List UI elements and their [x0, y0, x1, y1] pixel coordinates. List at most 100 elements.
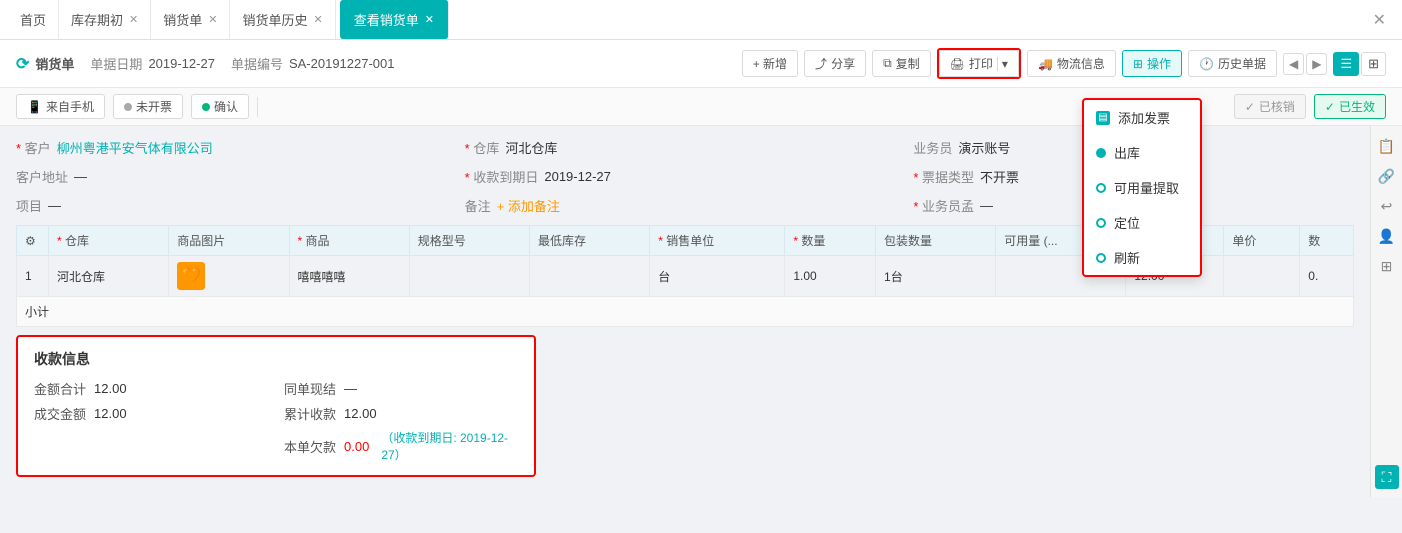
operator-value: 演示账号	[958, 138, 1010, 157]
side-icon-user[interactable]: 👤	[1375, 224, 1399, 248]
add-note-button[interactable]: + 添加备注	[497, 196, 560, 215]
print-dropdown-arrow[interactable]: ▾	[997, 57, 1008, 71]
dropdown-locate[interactable]: 定位	[1084, 205, 1200, 240]
sales-order-icon: ⟳	[16, 54, 29, 74]
cancelled-check-icon: ✓	[1245, 100, 1255, 114]
operations-icon: ⊞	[1133, 57, 1143, 71]
logistics-button[interactable]: 🚚 物流信息	[1027, 50, 1116, 77]
subtotal-row: 小计	[17, 297, 1354, 327]
row-amount: 0.	[1300, 256, 1354, 297]
doc-header: ⟳ 销货单 单据日期 2019-12-27 单据编号 SA-20191227-0…	[0, 40, 1402, 88]
due-date-label: 收款到期日	[465, 167, 539, 186]
project-field: 项目 —	[16, 196, 457, 215]
th-product-image: 商品图片	[169, 226, 289, 256]
dropdown-refresh[interactable]: 刷新	[1084, 240, 1200, 275]
list-view-button[interactable]: ☰	[1333, 52, 1359, 76]
dropdown-add-invoice[interactable]: ▤ 添加发票	[1084, 100, 1200, 135]
operator-label: 业务员	[913, 138, 952, 157]
not-open-dot	[124, 103, 132, 111]
prev-button[interactable]: ◀	[1283, 53, 1304, 75]
nav-arrows: ◀ ▶	[1283, 53, 1327, 75]
print-icon: 🖨	[950, 57, 965, 71]
not-open-button[interactable]: 未开票	[113, 94, 183, 119]
payment-info-box: 收款信息 金额合计 12.00 同单现结 — 成交金额 12.00	[16, 335, 536, 477]
side-icon-return[interactable]: ↩	[1375, 194, 1399, 218]
grid-view-button[interactable]: ⊞	[1361, 52, 1386, 76]
row-product: 嘻嘻嘻嘻	[289, 256, 409, 297]
dropdown-available-qty[interactable]: 可用量提取	[1084, 170, 1200, 205]
tab-inventory-init-close[interactable]: ✕	[129, 13, 138, 26]
side-icon-copy[interactable]: 📋	[1375, 134, 1399, 158]
new-button[interactable]: + 新增	[742, 50, 798, 77]
tab-sales-history[interactable]: 销货单历史 ✕	[230, 0, 335, 39]
payment-info-title: 收款信息	[34, 349, 518, 369]
sales-rep-value: —	[980, 198, 993, 213]
warehouse-field: 仓库 河北仓库	[465, 138, 906, 157]
share-button[interactable]: ⤴ 分享	[804, 50, 866, 77]
row-unit-price	[1224, 256, 1300, 297]
doc-number: 单据编号 SA-20191227-001	[231, 54, 395, 73]
side-icon-link[interactable]: 🔗	[1375, 164, 1399, 188]
doc-actions: + 新增 ⤴ 分享 ⧉ 复制 🖨 打印 ▾ 🚚 物流信息 ⊞	[742, 48, 1386, 79]
ticket-type-label: 票据类型	[913, 167, 974, 186]
tab-view-sales-close[interactable]: ✕	[425, 13, 434, 26]
tab-sales-order-close[interactable]: ✕	[208, 13, 217, 26]
doc-title: ⟳ 销货单	[16, 54, 74, 74]
share-icon: ⤴	[815, 55, 827, 72]
row-min-stock	[530, 256, 650, 297]
th-amount: 数	[1300, 226, 1354, 256]
locate-icon	[1096, 218, 1106, 228]
same-order-value: —	[344, 381, 357, 396]
transaction-amount-row: 成交金额 12.00	[34, 404, 268, 423]
outbound-icon	[1096, 148, 1106, 158]
row-warehouse: 河北仓库	[49, 256, 169, 297]
th-product: 商品	[289, 226, 409, 256]
doc-number-value: SA-20191227-001	[289, 56, 395, 71]
amount-total-label: 金额合计	[34, 379, 86, 398]
project-value: —	[48, 198, 61, 213]
window-close-button[interactable]: ✕	[1365, 10, 1394, 30]
tab-view-sales[interactable]: 查看销货单 ✕	[340, 0, 449, 39]
th-unit-price: 单价	[1224, 226, 1300, 256]
row-sales-unit: 台	[650, 256, 785, 297]
current-due-label: 本单欠款	[284, 437, 336, 456]
phone-icon: 📱	[27, 100, 42, 114]
effective-badge: ✓ 已生效	[1314, 94, 1386, 119]
note-field: 备注 + 添加备注	[465, 196, 906, 215]
customer-value[interactable]: 柳州粤港平安气体有限公司	[57, 138, 213, 157]
amount-total-value: 12.00	[94, 381, 127, 396]
side-icon-grid[interactable]: ⊞	[1375, 254, 1399, 278]
row-product-image: 🧡	[169, 256, 289, 297]
copy-button[interactable]: ⧉ 复制	[872, 50, 931, 77]
tab-sales-history-close[interactable]: ✕	[314, 13, 323, 26]
available-qty-icon	[1096, 183, 1106, 193]
doc-type-label: 销货单	[35, 54, 74, 73]
confirm-button[interactable]: 确认	[191, 94, 249, 119]
row-spec	[409, 256, 529, 297]
current-due-value: 0.00	[344, 439, 369, 454]
side-icon-expand[interactable]: ⛶	[1375, 465, 1399, 489]
due-date-value: 2019-12-27	[544, 169, 611, 184]
operations-dropdown: ▤ 添加发票 出库 可用量提取 定位 刷新	[1082, 98, 1202, 277]
print-button[interactable]: 🖨 打印 ▾	[939, 50, 1019, 77]
address-label: 客户地址	[16, 167, 68, 186]
cumulative-receipt-row: 累计收款 12.00	[284, 404, 518, 423]
table-settings-header[interactable]: ⚙	[17, 226, 49, 256]
operations-button[interactable]: ⊞ 操作	[1122, 50, 1182, 77]
customer-field: 客户 柳州粤港平安气体有限公司	[16, 138, 457, 157]
address-field: 客户地址 —	[16, 167, 457, 186]
dropdown-outbound[interactable]: 出库	[1084, 135, 1200, 170]
row-quantity: 1.00	[785, 256, 876, 297]
transaction-amount-value: 12.00	[94, 406, 127, 421]
current-due-row: 本单欠款 0.00 （收款到期日: 2019-12-27）	[284, 429, 518, 463]
from-phone-button[interactable]: 📱 来自手机	[16, 94, 105, 119]
tab-sales-order[interactable]: 销货单 ✕	[151, 0, 230, 39]
next-button[interactable]: ▶	[1306, 53, 1327, 75]
tab-home[interactable]: 首页	[8, 0, 59, 39]
th-pack-qty: 包装数量	[876, 226, 996, 256]
tab-inventory-init[interactable]: 库存期初 ✕	[59, 0, 151, 39]
th-quantity: 数量	[785, 226, 876, 256]
history-button[interactable]: 🕐 历史单据	[1188, 50, 1277, 77]
effective-check-icon: ✓	[1325, 100, 1335, 114]
row-seq: 1	[17, 256, 49, 297]
